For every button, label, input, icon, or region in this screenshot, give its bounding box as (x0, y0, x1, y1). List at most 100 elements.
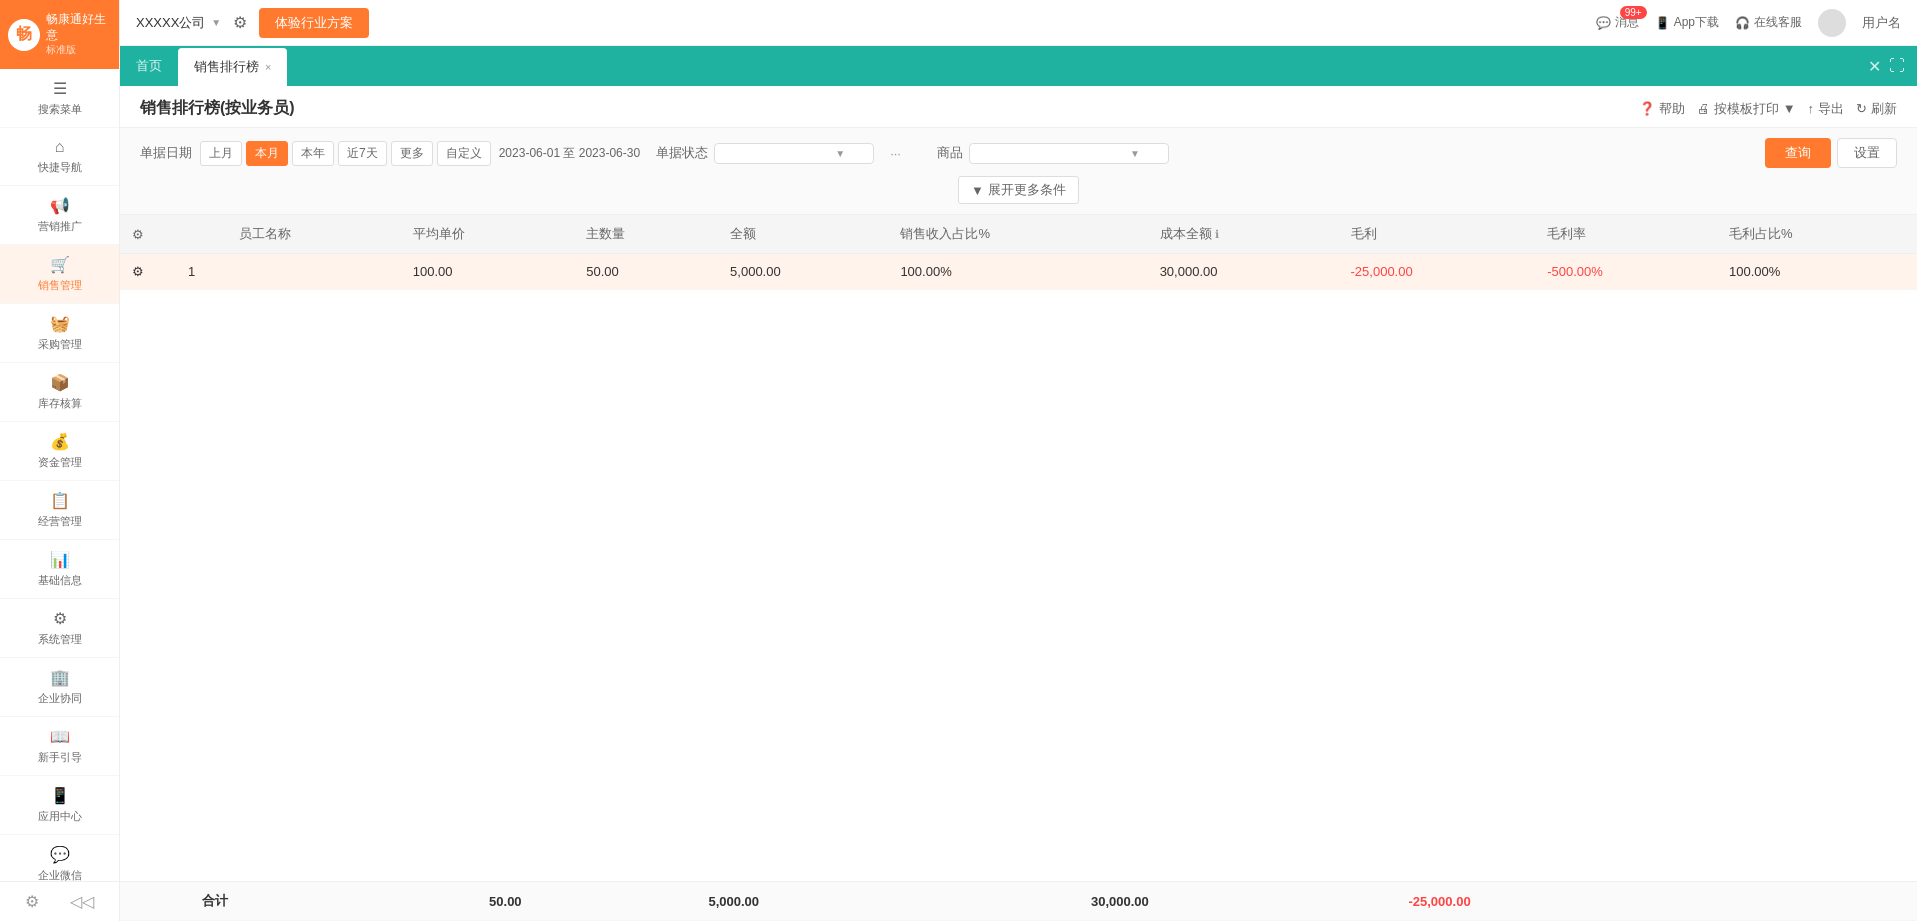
tab-close-icon[interactable]: × (265, 61, 271, 73)
sidebar-item-search[interactable]: ☰ 搜索菜单 (0, 69, 119, 128)
enterprise-label: 企业协同 (38, 691, 82, 706)
tab-bar: 首页 销售排行榜 × ✕ ⛶ (120, 46, 1917, 86)
tab-close-window-icon[interactable]: ✕ (1868, 57, 1881, 76)
sales-icon: 🛒 (50, 255, 70, 274)
purchase-icon: 🧺 (50, 314, 70, 333)
appstore-label: 应用中心 (38, 809, 82, 824)
footer-gross-pct (1824, 882, 1917, 921)
inventory-label: 库存核算 (38, 396, 82, 411)
message-icon: 💬 (1596, 16, 1611, 30)
query-button[interactable]: 查询 (1765, 138, 1831, 168)
row-amount: 5,000.00 (718, 254, 888, 290)
app-download-button[interactable]: 📱 App下载 (1655, 14, 1719, 31)
basicinfo-icon: 📊 (50, 550, 70, 569)
tab-sales-ranking[interactable]: 销售排行榜 × (178, 48, 287, 86)
product-filter-label: 商品 (937, 144, 963, 162)
sidebar-logo: 畅 (8, 19, 40, 51)
more-filters-icon[interactable]: ··· (890, 146, 901, 161)
sidebar-footer: ⚙ ◁◁ (0, 881, 119, 921)
footer-sales-pct (986, 882, 1079, 921)
enterprise-icon: 🏢 (50, 668, 70, 687)
app-download-icon: 📱 (1655, 16, 1670, 30)
row-rank: 1 (156, 254, 227, 290)
settings-button[interactable]: 设置 (1837, 138, 1897, 168)
sidebar-collapse-icon[interactable]: ◁◁ (70, 892, 94, 911)
tab-home[interactable]: 首页 (120, 47, 178, 85)
sidebar-item-basicinfo[interactable]: 📊 基础信息 (0, 540, 119, 599)
tab-sales-label: 销售排行榜 (194, 58, 259, 76)
sidebar-item-wechat[interactable]: 💬 企业微信 (0, 835, 119, 881)
footer-amount: 5,000.00 (696, 882, 985, 921)
filter-row-1: 单据日期 上月本月本年近7天更多自定义 2023-06-01 至 2023-06… (140, 138, 1897, 168)
company-settings-icon[interactable]: ⚙ (233, 13, 247, 32)
col-employee: 员工名称 (227, 215, 400, 254)
online-service-label: 在线客服 (1754, 14, 1802, 31)
footer-gross: -25,000.00 (1396, 882, 1730, 921)
sidebar-title: 畅康通好生意 (46, 12, 111, 43)
sales-label: 销售管理 (38, 278, 82, 293)
footer-avg-price (384, 882, 477, 921)
page-title: 销售排行榜(按业务员) (140, 98, 295, 119)
appstore-icon: 📱 (50, 786, 70, 805)
row-settings-icon[interactable]: ⚙ (120, 254, 156, 290)
filter-expand-row: ▼ 展开更多条件 (140, 176, 1897, 204)
company-name: XXXXX公司 (136, 14, 205, 32)
date-btn-更多[interactable]: 更多 (391, 141, 433, 166)
col-quantity: 主数量 (574, 215, 718, 254)
sidebar: 畅 畅康通好生意 标准版 ☰ 搜索菜单 ⌂ 快捷导航 📢 营销推广 🛒 销售管理… (0, 0, 120, 921)
sidebar-item-operation[interactable]: 📋 经营管理 (0, 481, 119, 540)
sidebar-item-finance[interactable]: 💰 资金管理 (0, 422, 119, 481)
trial-button[interactable]: 体验行业方案 (259, 8, 369, 38)
company-selector[interactable]: XXXXX公司 ▼ (136, 14, 221, 32)
sidebar-nav: ☰ 搜索菜单 ⌂ 快捷导航 📢 营销推广 🛒 销售管理 🧺 采购管理 📦 库存核… (0, 69, 119, 881)
headset-icon: 🎧 (1735, 16, 1750, 30)
footer-gross-rate (1731, 882, 1824, 921)
refresh-label: 刷新 (1871, 100, 1897, 118)
date-filter-label: 单据日期 (140, 144, 192, 162)
tab-maximize-icon[interactable]: ⛶ (1889, 57, 1905, 75)
status-select[interactable]: ▼ (714, 143, 874, 164)
sidebar-item-sales[interactable]: 🛒 销售管理 (0, 245, 119, 304)
sidebar-item-system[interactable]: ⚙ 系统管理 (0, 599, 119, 658)
export-button[interactable]: ↑ 导出 (1808, 100, 1845, 118)
cost-info-icon[interactable]: ℹ (1215, 228, 1219, 240)
sidebar-item-enterprise[interactable]: 🏢 企业协同 (0, 658, 119, 717)
help-label: 帮助 (1659, 100, 1685, 118)
status-select-arrow-icon: ▼ (835, 148, 845, 159)
date-btn-本月[interactable]: 本月 (246, 141, 288, 166)
export-icon: ↑ (1808, 101, 1815, 116)
sidebar-item-appstore[interactable]: 📱 应用中心 (0, 776, 119, 835)
help-icon: ❓ (1639, 101, 1655, 116)
template-print-button[interactable]: 🖨 按模板打印 ▼ (1697, 100, 1796, 118)
date-btn-上月[interactable]: 上月 (200, 141, 242, 166)
sidebar-item-quicknav[interactable]: ⌂ 快捷导航 (0, 128, 119, 186)
sidebar-item-purchase[interactable]: 🧺 采购管理 (0, 304, 119, 363)
avatar[interactable] (1818, 9, 1846, 37)
filter-bar: 单据日期 上月本月本年近7天更多自定义 2023-06-01 至 2023-06… (120, 128, 1917, 215)
sidebar-item-inventory[interactable]: 📦 库存核算 (0, 363, 119, 422)
date-btn-自定义[interactable]: 自定义 (437, 141, 491, 166)
sidebar-item-marketing[interactable]: 📢 营销推广 (0, 186, 119, 245)
date-btn-本年[interactable]: 本年 (292, 141, 334, 166)
sidebar-settings-icon[interactable]: ⚙ (25, 892, 39, 911)
sidebar-item-guide[interactable]: 📖 新手引导 (0, 717, 119, 776)
product-select[interactable]: ▼ (969, 143, 1169, 164)
message-badge: 99+ (1620, 6, 1647, 19)
online-service-button[interactable]: 🎧 在线客服 (1735, 14, 1802, 31)
main-area: XXXXX公司 ▼ ⚙ 体验行业方案 💬 消息 99+ 📱 App下载 🎧 在线… (120, 0, 1917, 921)
row-sales-pct: 100.00% (888, 254, 1147, 290)
col-rank (156, 215, 227, 254)
date-btn-近7天[interactable]: 近7天 (338, 141, 387, 166)
guide-icon: 📖 (50, 727, 70, 746)
message-button[interactable]: 💬 消息 99+ (1596, 14, 1639, 31)
help-button[interactable]: ❓ 帮助 (1639, 100, 1685, 118)
finance-icon: 💰 (50, 432, 70, 451)
row-gross-pct: 100.00% (1717, 254, 1917, 290)
refresh-button[interactable]: ↻ 刷新 (1856, 100, 1897, 118)
data-table: ⚙ 员工名称 平均单价 主数量 全额 销售收入占比% 成本全额 ℹ 毛利 毛利率… (120, 215, 1917, 290)
col-settings[interactable]: ⚙ (120, 215, 156, 254)
col-cost: 成本全额 ℹ (1148, 215, 1339, 254)
print-dropdown-icon: ▼ (1783, 101, 1796, 116)
expand-more-button[interactable]: ▼ 展开更多条件 (958, 176, 1079, 204)
sidebar-header: 畅 畅康通好生意 标准版 (0, 0, 119, 69)
